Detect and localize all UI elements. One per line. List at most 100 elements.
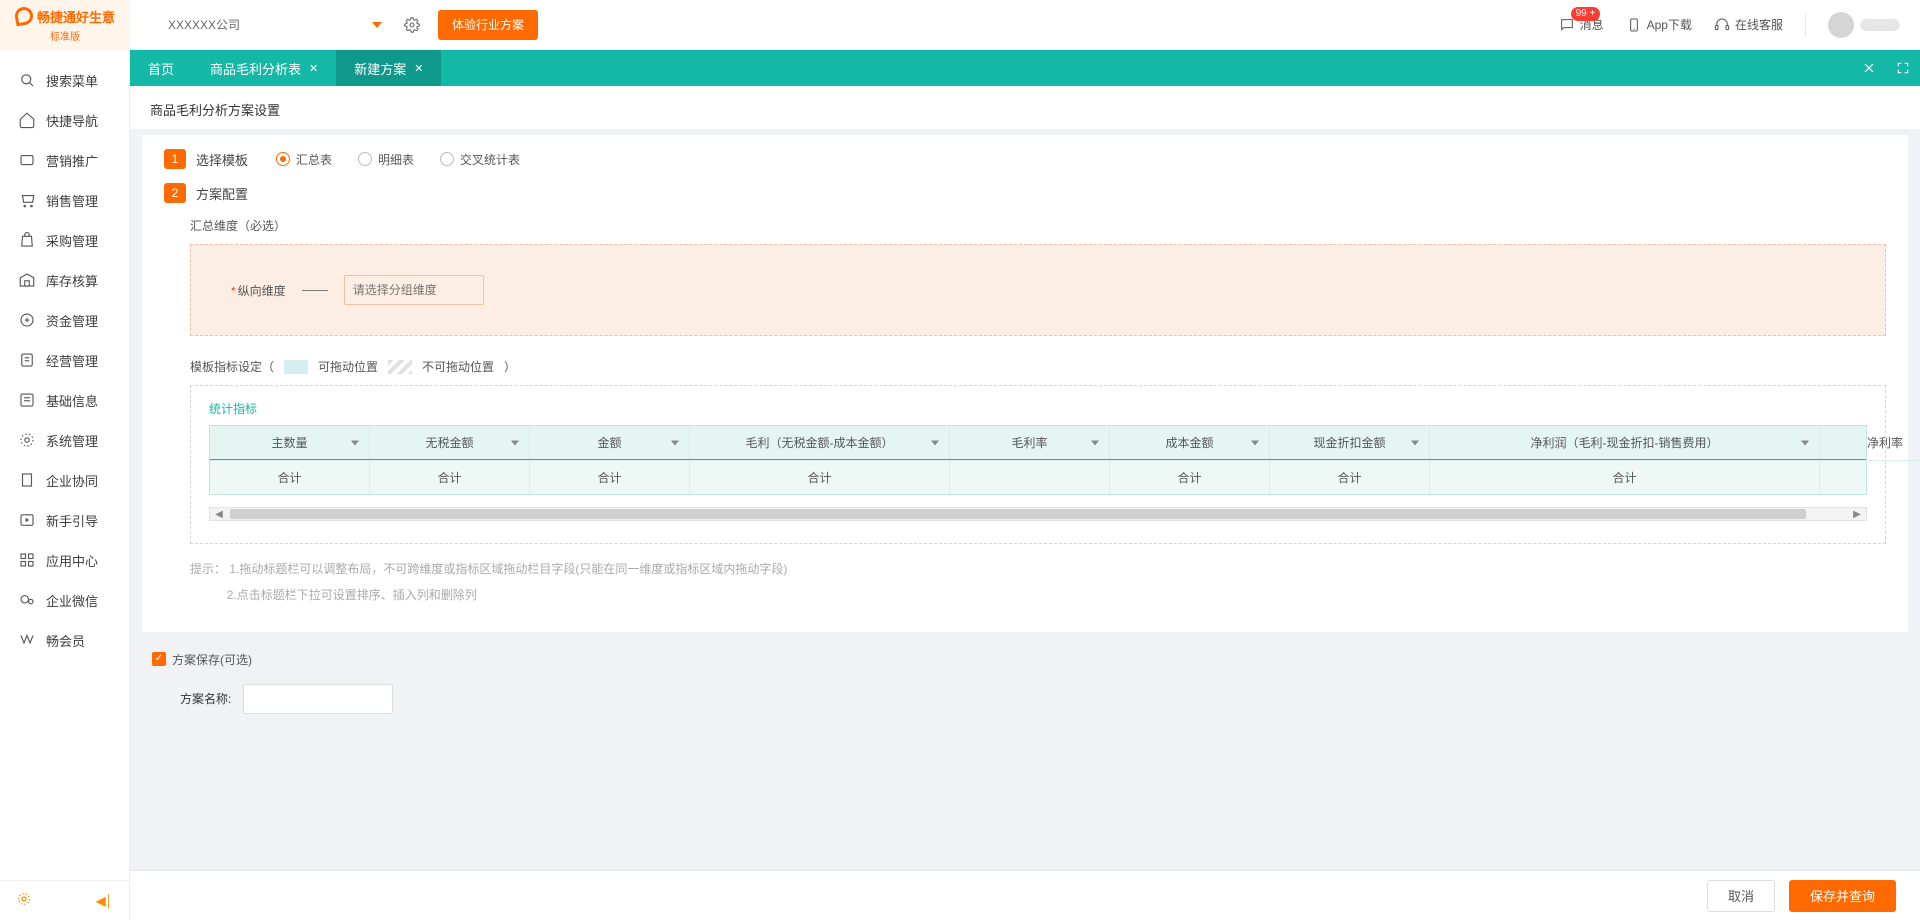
col-header[interactable]: 毛利率	[950, 426, 1110, 459]
col-header[interactable]: 主数量	[210, 426, 370, 459]
horizontal-scrollbar[interactable]: ◀ ▶	[209, 507, 1867, 521]
scroll-left-icon[interactable]: ◀	[210, 508, 228, 520]
radio-label: 汇总表	[296, 151, 332, 168]
legend-title: 模板指标设定（	[190, 358, 274, 375]
tab-home[interactable]: 首页	[130, 50, 192, 86]
sidebar-item-purchase[interactable]: 采购管理	[0, 220, 129, 260]
sum-cell	[1820, 460, 1920, 494]
sidebar-item-search[interactable]: 搜索菜单	[0, 60, 129, 100]
list-icon	[18, 391, 36, 409]
brand-logo: 畅捷通好生意 标准版	[0, 0, 130, 50]
fullscreen-button[interactable]	[1886, 50, 1920, 86]
sidebar-item-label: 企业协同	[46, 471, 98, 490]
building-icon	[18, 471, 36, 489]
close-icon[interactable]: ✕	[309, 62, 318, 75]
table-section-title: 统计指标	[209, 400, 1867, 417]
radio-cross[interactable]: 交叉统计表	[440, 151, 520, 168]
company-selector[interactable]: XXXXXX公司	[160, 10, 390, 40]
sidebar-item-quicknav[interactable]: 快捷导航	[0, 100, 129, 140]
config-card: 1 选择模板 汇总表 明细表 交叉统计表 2 方案配置 汇总维度（必选） *纵向…	[142, 135, 1908, 632]
sidebar-item-member[interactable]: 畅会员	[0, 620, 129, 660]
col-header[interactable]: 净利率	[1820, 426, 1920, 459]
sidebar-item-label: 营销推广	[46, 151, 98, 170]
sidebar-items: 搜索菜单 快捷导航 营销推广 销售管理 采购管理 库存核算 资金管理 经营管理 …	[0, 50, 129, 880]
close-icon[interactable]: ✕	[414, 62, 423, 75]
sum-cell: 合计	[1110, 460, 1270, 494]
chevron-down-icon	[372, 22, 382, 28]
sum-cell	[950, 460, 1110, 494]
sidebar-item-wecom[interactable]: 企业微信	[0, 580, 129, 620]
sum-cell: 合计	[210, 460, 370, 494]
nodrag-swatch-icon	[388, 360, 412, 374]
apps-icon	[18, 551, 36, 569]
plan-name-input[interactable]	[243, 684, 393, 714]
col-header[interactable]: 金额	[530, 426, 690, 459]
dimension-title: 汇总维度（必选）	[190, 217, 1886, 234]
col-header[interactable]: 净利润（毛利-现金折扣-销售费用）	[1430, 426, 1820, 459]
tab-label: 商品毛利分析表	[210, 59, 301, 78]
tab-gross-profit[interactable]: 商品毛利分析表 ✕	[192, 50, 336, 86]
app-download-link[interactable]: App下载	[1626, 16, 1692, 33]
col-header[interactable]: 成本金额	[1110, 426, 1270, 459]
megaphone-icon	[18, 151, 36, 169]
sidebar-item-label: 销售管理	[46, 191, 98, 210]
col-header[interactable]: 现金折扣金额	[1270, 426, 1430, 459]
play-icon	[18, 511, 36, 529]
radio-summary[interactable]: 汇总表	[276, 151, 332, 168]
settings-icon[interactable]	[404, 17, 420, 33]
sidebar-item-finance[interactable]: 资金管理	[0, 300, 129, 340]
collapse-sidebar-icon[interactable]: ◀│	[96, 894, 113, 908]
radio-detail[interactable]: 明细表	[358, 151, 414, 168]
tabs-close-all-button[interactable]	[1852, 50, 1886, 86]
col-header[interactable]: 毛利（无税金额-成本金额）	[690, 426, 950, 459]
warehouse-icon	[18, 271, 36, 289]
messages-link[interactable]: 消息 99 +	[1559, 16, 1604, 33]
cancel-button[interactable]: 取消	[1707, 880, 1775, 912]
separator	[1805, 14, 1806, 36]
company-name: XXXXXX公司	[168, 16, 240, 33]
save-plan-checkbox[interactable]: ✓ 方案保存(可选)	[152, 651, 252, 668]
dimension-input[interactable]	[344, 275, 484, 305]
brand-edition: 标准版	[50, 28, 80, 43]
scroll-right-icon[interactable]: ▶	[1848, 508, 1866, 520]
sidebar-item-operation[interactable]: 经营管理	[0, 340, 129, 380]
chevron-down-icon	[511, 440, 519, 445]
bag-icon	[18, 231, 36, 249]
wecom-icon	[18, 591, 36, 609]
chevron-down-icon	[1801, 440, 1809, 445]
sidebar-item-apps[interactable]: 应用中心	[0, 540, 129, 580]
vip-icon	[18, 631, 36, 649]
online-service-link[interactable]: 在线客服	[1714, 16, 1783, 33]
sidebar-item-label: 畅会员	[46, 631, 85, 650]
col-header[interactable]: 无税金额	[370, 426, 530, 459]
experience-plan-button[interactable]: 体验行业方案	[438, 10, 538, 40]
sidebar-item-collab[interactable]: 企业协同	[0, 460, 129, 500]
sum-cell: 合计	[370, 460, 530, 494]
sidebar-item-guide[interactable]: 新手引导	[0, 500, 129, 540]
sidebar-item-sales[interactable]: 销售管理	[0, 180, 129, 220]
user-menu[interactable]	[1828, 12, 1900, 38]
draggable-swatch-icon	[284, 360, 308, 374]
logo-mark-icon	[14, 6, 35, 27]
chevron-down-icon	[1411, 440, 1419, 445]
sum-cell: 合计	[530, 460, 690, 494]
sidebar-item-basicinfo[interactable]: 基础信息	[0, 380, 129, 420]
legend-close-paren: ）	[504, 358, 516, 375]
sidebar-item-label: 经营管理	[46, 351, 98, 370]
chevron-down-icon	[1091, 440, 1099, 445]
grid-sum-row: 合计 合计 合计 合计 合计 合计 合计	[210, 460, 1866, 494]
sidebar-item-inventory[interactable]: 库存核算	[0, 260, 129, 300]
sidebar-footer: ◀│	[0, 880, 129, 920]
legend-nodrag-label: 不可拖动位置	[422, 358, 494, 375]
sidebar-item-label: 企业微信	[46, 591, 98, 610]
sidebar-item-system[interactable]: 系统管理	[0, 420, 129, 460]
page-title: 商品毛利分析方案设置	[130, 86, 1920, 129]
save-and-query-button[interactable]: 保存并查询	[1789, 880, 1896, 912]
dimension-box: *纵向维度	[190, 244, 1886, 336]
scroll-thumb[interactable]	[230, 509, 1806, 519]
sidebar-item-marketing[interactable]: 营销推广	[0, 140, 129, 180]
tab-new-plan[interactable]: 新建方案✕	[336, 50, 441, 86]
avatar-icon	[1828, 12, 1854, 38]
save-section: ✓ 方案保存(可选) 方案名称:	[130, 632, 1920, 734]
settings-footer-icon[interactable]	[16, 891, 32, 910]
